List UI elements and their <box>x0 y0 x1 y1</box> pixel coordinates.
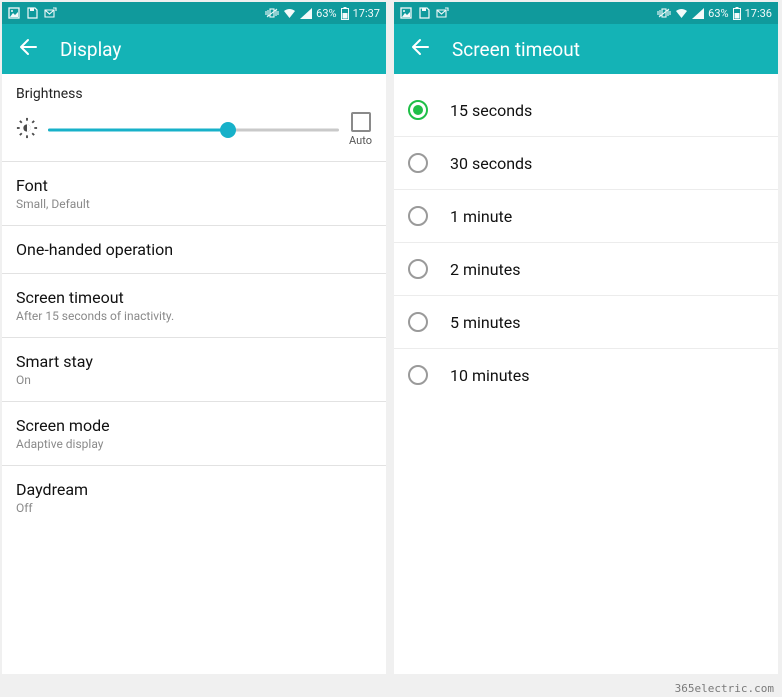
radio-label: 15 seconds <box>450 101 532 120</box>
list-item-sub: After 15 seconds of inactivity. <box>16 309 372 323</box>
list-item-title: Screen timeout <box>16 288 372 307</box>
brightness-label: Brightness <box>2 74 386 106</box>
list-item-title: Daydream <box>16 480 372 499</box>
signal-icon <box>300 8 312 19</box>
brightness-slider[interactable] <box>48 118 339 142</box>
notification-image-icon <box>400 7 412 19</box>
screen-display: 63% 17:37 Display Brightness <box>2 2 386 674</box>
radio-label: 10 minutes <box>450 366 530 385</box>
list-item-sub: On <box>16 373 372 387</box>
radio-icon[interactable] <box>408 206 428 226</box>
wifi-icon <box>675 8 688 19</box>
display-content: Brightness Auto FontSmall, Defau <box>2 74 386 674</box>
list-item-title: One-handed operation <box>16 240 372 259</box>
radio-item[interactable]: 2 minutes <box>394 243 778 296</box>
battery-pct: 63% <box>316 7 336 20</box>
list-item[interactable]: Font Small, Default <box>2 161 386 225</box>
radio-icon[interactable] <box>408 365 428 385</box>
list-item[interactable]: Daydream Off <box>2 465 386 529</box>
signal-icon <box>692 8 704 19</box>
wifi-icon <box>283 8 296 19</box>
radio-item[interactable]: 30 seconds <box>394 137 778 190</box>
radio-label: 1 minute <box>450 207 512 226</box>
appbar-title: Screen timeout <box>452 38 580 61</box>
list-item-sub: Adaptive display <box>16 437 372 451</box>
brightness-icon <box>16 117 38 143</box>
notification-mail-icon <box>436 7 449 19</box>
screen-timeout: 63% 17:36 Screen timeout 15 seconds 30 se… <box>394 2 778 674</box>
vibrate-icon <box>657 7 671 19</box>
radio-item[interactable]: 15 seconds <box>394 84 778 137</box>
appbar-timeout: Screen timeout <box>394 24 778 74</box>
radio-item[interactable]: 1 minute <box>394 190 778 243</box>
watermark: 365electric.com <box>675 682 774 695</box>
clock: 17:36 <box>745 7 772 20</box>
list-item-sub: Small, Default <box>16 197 372 211</box>
notification-save-icon <box>26 7 38 19</box>
list-item-title: Smart stay <box>16 352 372 371</box>
status-bar: 63% 17:37 <box>2 2 386 24</box>
clock: 17:37 <box>353 7 380 20</box>
radio-icon[interactable] <box>408 312 428 332</box>
auto-brightness-label: Auto <box>349 134 372 147</box>
radio-item[interactable]: 10 minutes <box>394 349 778 401</box>
list-item[interactable]: Screen mode Adaptive display <box>2 401 386 465</box>
notification-save-icon <box>418 7 430 19</box>
notification-image-icon <box>8 7 20 19</box>
radio-icon[interactable] <box>408 259 428 279</box>
battery-pct: 63% <box>708 7 728 20</box>
vibrate-icon <box>265 7 279 19</box>
radio-label: 5 minutes <box>450 313 521 332</box>
notification-mail-icon <box>44 7 57 19</box>
timeout-content: 15 seconds 30 seconds 1 minute 2 minutes 5 m… <box>394 74 778 674</box>
radio-label: 2 minutes <box>450 260 521 279</box>
list-item[interactable]: Smart stay On <box>2 337 386 401</box>
appbar-title: Display <box>60 38 121 61</box>
battery-icon <box>341 7 349 20</box>
auto-brightness-checkbox[interactable] <box>351 112 371 132</box>
list-item-title: Font <box>16 176 372 195</box>
list-item[interactable]: One-handed operation <box>2 225 386 273</box>
battery-icon <box>733 7 741 20</box>
appbar-display: Display <box>2 24 386 74</box>
radio-item[interactable]: 5 minutes <box>394 296 778 349</box>
radio-label: 30 seconds <box>450 154 532 173</box>
list-item-sub: Off <box>16 501 372 515</box>
brightness-row: Auto <box>2 106 386 161</box>
radio-icon[interactable] <box>408 100 428 120</box>
status-bar: 63% 17:36 <box>394 2 778 24</box>
radio-icon[interactable] <box>408 153 428 173</box>
list-item-title: Screen mode <box>16 416 372 435</box>
list-item[interactable]: Screen timeout After 15 seconds of inacti… <box>2 273 386 337</box>
back-icon[interactable] <box>408 36 430 63</box>
back-icon[interactable] <box>16 36 38 63</box>
